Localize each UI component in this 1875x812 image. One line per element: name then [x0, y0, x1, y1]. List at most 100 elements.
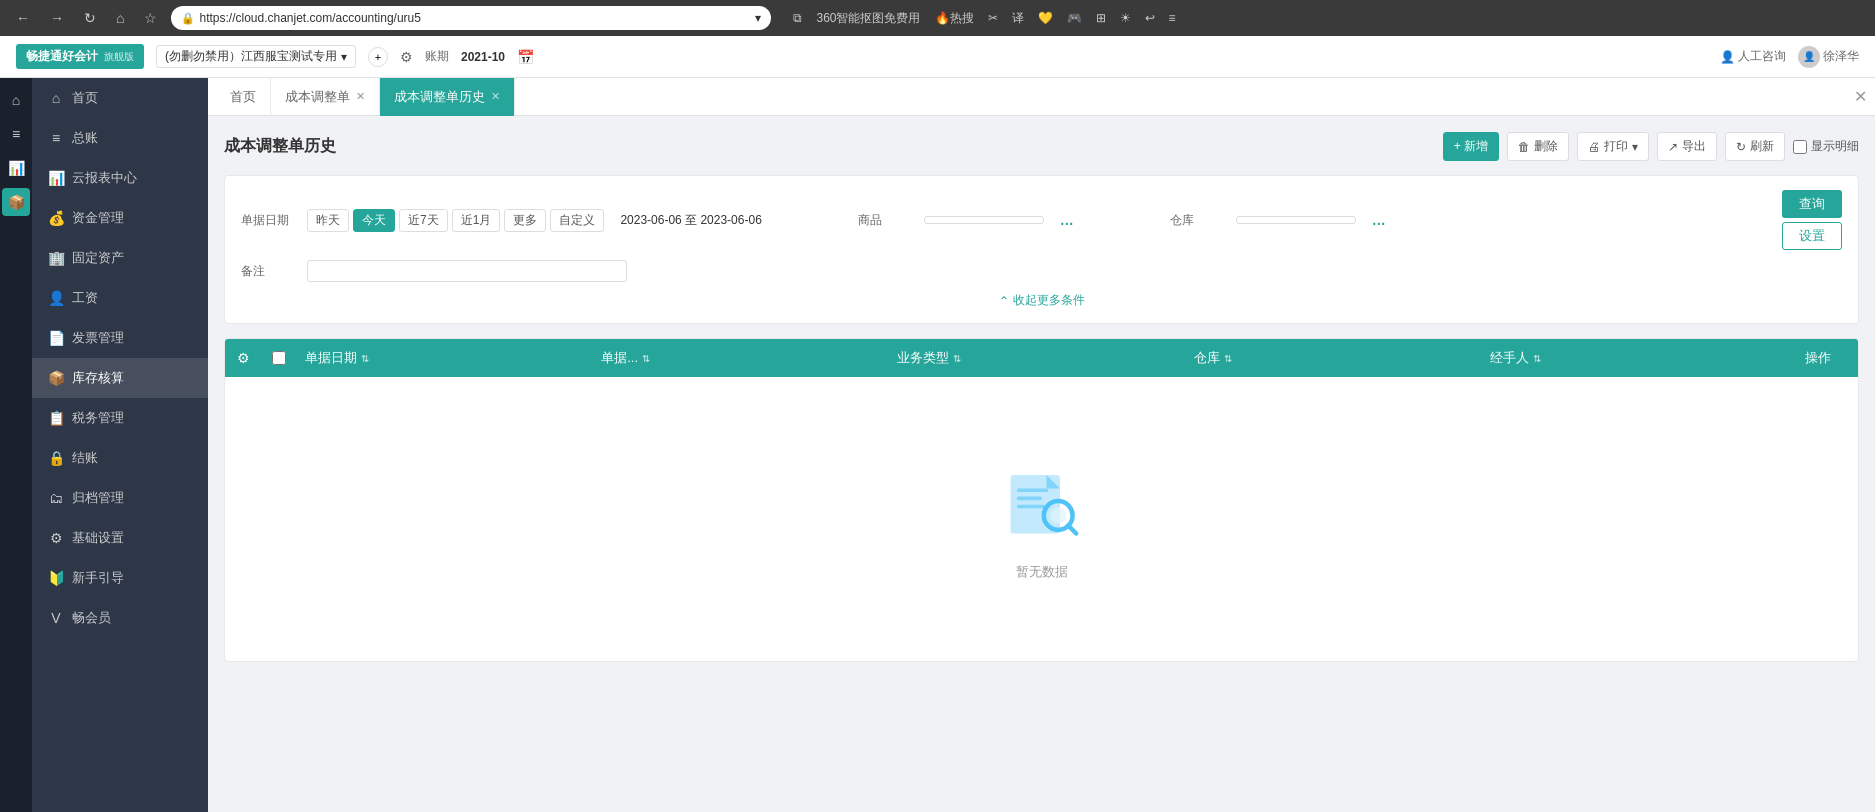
scissors-btn[interactable]: ✂ [984, 9, 1002, 27]
settings-icon: ⚙ [48, 530, 64, 546]
filter-settings-button[interactable]: 设置 [1782, 222, 1842, 250]
report-icon: 📊 [48, 170, 64, 186]
grid-btn[interactable]: ⊞ [1092, 9, 1110, 27]
sidebar-item-payroll[interactable]: 👤 工资 [32, 278, 208, 318]
company-selector[interactable]: (勿删勿禁用）江西服宝测试专用 ▾ [156, 45, 356, 68]
table-header: ⚙ 单据日期 ⇅ 单据... ⇅ 业务类型 ⇅ [225, 339, 1858, 377]
export-button[interactable]: ↗ 导出 [1657, 132, 1717, 161]
sidebar: ⌂ 首页 ≡ 总账 📊 云报表中心 💰 资金管理 🏢 固定资产 👤 工资 📄 发… [32, 78, 208, 812]
sidebar-item-label-member: 畅会员 [72, 609, 111, 627]
home-button[interactable]: ⌂ [110, 8, 130, 28]
sidebar-item-label-home: 首页 [72, 89, 98, 107]
warehouse-dots[interactable]: … [1372, 212, 1386, 228]
sidebar-item-fund[interactable]: 💰 资金管理 [32, 198, 208, 238]
menu-btn[interactable]: ≡ [1165, 9, 1180, 27]
th-handler[interactable]: 经手人 ⇅ [1482, 349, 1778, 367]
th-handler-sort-icon: ⇅ [1533, 353, 1541, 364]
print-button[interactable]: 🖨 打印 ▾ [1577, 132, 1649, 161]
th-biz-type[interactable]: 业务类型 ⇅ [889, 349, 1185, 367]
delete-button[interactable]: 🗑 删除 [1507, 132, 1569, 161]
inventory-icon: 📦 [48, 370, 64, 386]
add-company-button[interactable]: + [368, 47, 388, 67]
translate-btn[interactable]: 译 [1008, 8, 1028, 29]
filter-row-date: 单据日期 昨天 今天 近7天 近1月 更多 自定义 2023-06-06 至 2… [241, 190, 1842, 250]
today-btn[interactable]: 今天 [353, 209, 395, 232]
search-360-btn[interactable]: 360智能抠图免费用 [812, 8, 924, 29]
tab-home[interactable]: 首页 [216, 78, 271, 116]
last1month-btn[interactable]: 近1月 [452, 209, 501, 232]
display-cols-checkbox-label[interactable]: 显示明细 [1793, 138, 1859, 155]
th-warehouse[interactable]: 仓库 ⇅ [1186, 349, 1482, 367]
sidebar-extra-icon-3[interactable]: 📊 [2, 154, 30, 182]
sidebar-item-label-assets: 固定资产 [72, 249, 124, 267]
th-warehouse-label: 仓库 [1194, 349, 1220, 367]
sidebar-item-home[interactable]: ⌂ 首页 [32, 78, 208, 118]
sidebar-item-report[interactable]: 📊 云报表中心 [32, 158, 208, 198]
sidebar-item-closing[interactable]: 🔒 结账 [32, 438, 208, 478]
sidebar-item-settings[interactable]: ⚙ 基础设置 [32, 518, 208, 558]
page-title: 成本调整单历史 [224, 136, 336, 157]
sidebar-item-general-ledger[interactable]: ≡ 总账 [32, 118, 208, 158]
last7days-btn[interactable]: 近7天 [399, 209, 448, 232]
sidebar-item-fixed-assets[interactable]: 🏢 固定资产 [32, 238, 208, 278]
settings-chrome-btn[interactable]: ☀ [1116, 9, 1135, 27]
settings-header-icon[interactable]: ⚙ [400, 49, 413, 65]
sidebar-extra-icon-2[interactable]: ≡ [2, 120, 30, 148]
logo-area[interactable]: 畅捷通好会计 旗舰版 [16, 44, 144, 69]
sidebar-item-member[interactable]: V 畅会员 [32, 598, 208, 638]
query-button[interactable]: 查询 [1782, 190, 1842, 218]
th-date[interactable]: 单据日期 ⇅ [297, 349, 593, 367]
wallet-btn[interactable]: 💛 [1034, 9, 1057, 27]
table-select-all[interactable] [261, 351, 297, 365]
custom-btn[interactable]: 自定义 [550, 209, 604, 232]
th-actions-label: 操作 [1805, 349, 1831, 367]
svg-line-7 [1068, 525, 1076, 533]
user-button[interactable]: 👤 徐泽华 [1798, 46, 1859, 68]
consult-button[interactable]: 👤 人工咨询 [1720, 48, 1786, 65]
goods-dots[interactable]: … [1060, 212, 1074, 228]
sidebar-item-tax[interactable]: 📋 税务管理 [32, 398, 208, 438]
select-all-checkbox[interactable] [272, 351, 286, 365]
more-btn[interactable]: 更多 [504, 209, 546, 232]
sidebar-item-label-report: 云报表中心 [72, 169, 137, 187]
calendar-icon[interactable]: 📅 [517, 49, 534, 65]
close-all-tabs-button[interactable]: ✕ [1854, 87, 1867, 106]
new-button[interactable]: + 新增 [1443, 132, 1499, 161]
yesterday-btn[interactable]: 昨天 [307, 209, 349, 232]
back-button[interactable]: ← [10, 8, 36, 28]
company-dropdown-icon: ▾ [341, 50, 347, 64]
tab-cost-adjust-close[interactable]: ✕ [356, 90, 365, 103]
hot-search-btn[interactable]: 🔥热搜 [931, 8, 978, 29]
game-btn[interactable]: 🎮 [1063, 9, 1086, 27]
sidebar-item-guide[interactable]: 🔰 新手引导 [32, 558, 208, 598]
th-number[interactable]: 单据... ⇅ [593, 349, 889, 367]
query-actions: 查询 设置 [1782, 190, 1842, 250]
th-date-label: 单据日期 [305, 349, 357, 367]
sidebar-extra-icon-1[interactable]: ⌂ [2, 86, 30, 114]
browser-chrome: ← → ↻ ⌂ ☆ 🔒 https://cloud.chanjet.com/ac… [0, 0, 1875, 36]
tab-cost-adjust-history[interactable]: 成本调整单历史 ✕ [380, 78, 515, 116]
tab-cost-adjust[interactable]: 成本调整单 ✕ [271, 78, 380, 116]
warehouse-dropdown[interactable] [1236, 216, 1356, 224]
undo-btn[interactable]: ↩ [1141, 9, 1159, 27]
app-header: 畅捷通好会计 旗舰版 (勿删勿禁用）江西服宝测试专用 ▾ + ⚙ 账期 2021… [0, 36, 1875, 78]
bookmark-button[interactable]: ☆ [138, 8, 163, 28]
goods-dropdown[interactable] [924, 216, 1044, 224]
extensions-button[interactable]: ⧉ [789, 9, 806, 27]
table-settings-icon[interactable]: ⚙ [225, 350, 261, 366]
sidebar-item-inventory[interactable]: 📦 库存核算 [32, 358, 208, 398]
sidebar-item-archive[interactable]: 🗂 归档管理 [32, 478, 208, 518]
refresh-button[interactable]: ↻ [78, 8, 102, 28]
remark-input[interactable] [307, 260, 627, 282]
collapse-filter-button[interactable]: ⌃ 收起更多条件 [999, 292, 1085, 309]
forward-button[interactable]: → [44, 8, 70, 28]
delete-label: 删除 [1534, 138, 1558, 155]
display-cols-checkbox[interactable] [1793, 140, 1807, 154]
browser-tools: ⧉ 360智能抠图免费用 🔥热搜 ✂ 译 💛 🎮 ⊞ ☀ ↩ ≡ [789, 8, 1179, 29]
sidebar-extra-icon-active[interactable]: 📦 [2, 188, 30, 216]
refresh-button-action[interactable]: ↻ 刷新 [1725, 132, 1785, 161]
sidebar-item-invoice[interactable]: 📄 发票管理 [32, 318, 208, 358]
tab-cost-adjust-history-close[interactable]: ✕ [491, 90, 500, 103]
date-filter-buttons: 昨天 今天 近7天 近1月 更多 自定义 [307, 209, 604, 232]
sidebar-item-label-inventory: 库存核算 [72, 369, 124, 387]
